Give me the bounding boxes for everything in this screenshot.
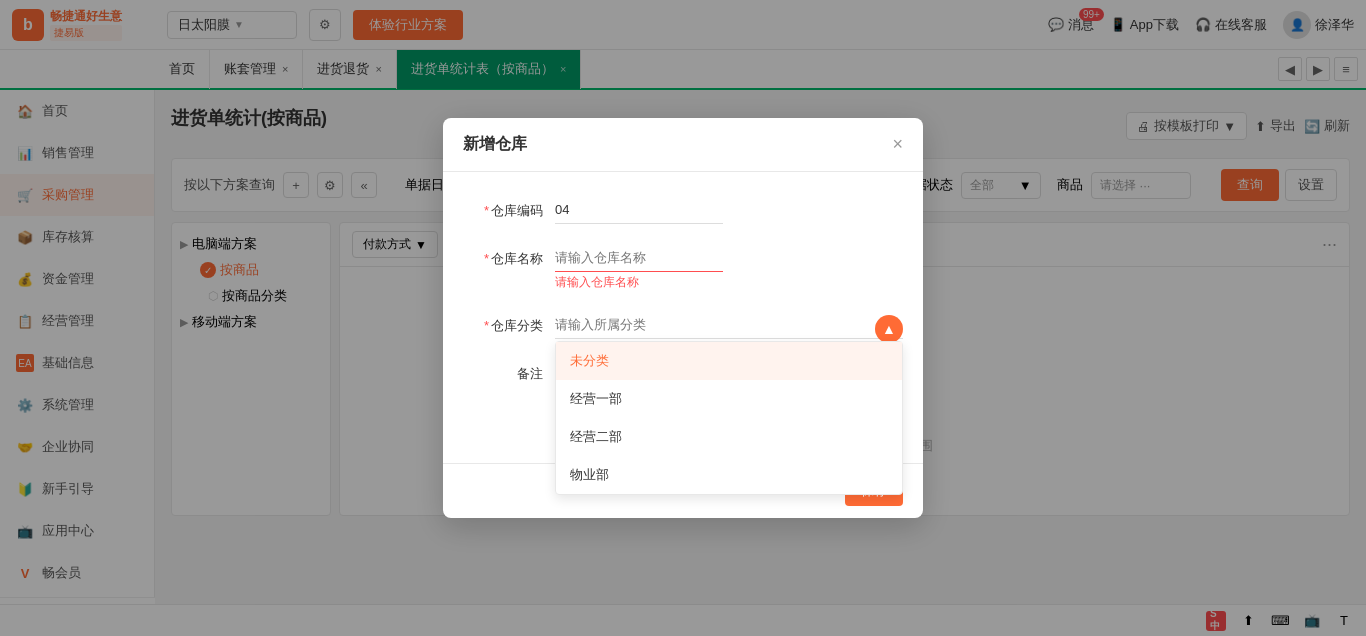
name-label: 仓库名称 (463, 244, 543, 268)
category-option-ops1[interactable]: 经营一部 (556, 380, 902, 418)
name-input[interactable] (555, 244, 723, 272)
form-row-code: 仓库编码 (463, 196, 903, 224)
note-label: 备注 (463, 359, 543, 383)
category-option-ops2[interactable]: 经营二部 (556, 418, 902, 456)
category-label: 仓库分类 (463, 311, 543, 335)
form-row-category: 仓库分类 ▲ 未分类 经营一部 经营二部 物业部 (463, 311, 903, 339)
category-dropdown: 未分类 经营一部 经营二部 物业部 (555, 341, 903, 495)
name-input-wrap: 请输入仓库名称 (555, 244, 903, 291)
code-input-wrap (555, 196, 903, 224)
modal-body: 仓库编码 仓库名称 请输入仓库名称 仓库分类 ▲ (443, 172, 923, 463)
code-input[interactable] (555, 196, 723, 224)
category-toggle-button[interactable]: ▲ (875, 315, 903, 343)
name-error-text: 请输入仓库名称 (555, 274, 903, 291)
modal-overlay[interactable]: 新增仓库 × 仓库编码 仓库名称 请输入仓库名称 仓库分类 (0, 0, 1366, 636)
add-warehouse-modal: 新增仓库 × 仓库编码 仓库名称 请输入仓库名称 仓库分类 (443, 118, 923, 518)
modal-close-button[interactable]: × (892, 134, 903, 155)
modal-title: 新增仓库 (463, 134, 527, 155)
category-option-unclassified[interactable]: 未分类 (556, 342, 902, 380)
modal-header: 新增仓库 × (443, 118, 923, 172)
category-input-wrap: ▲ 未分类 经营一部 经营二部 物业部 (555, 311, 903, 339)
form-row-name: 仓库名称 请输入仓库名称 (463, 244, 903, 291)
code-label: 仓库编码 (463, 196, 543, 220)
category-option-property[interactable]: 物业部 (556, 456, 902, 494)
category-input[interactable] (555, 311, 903, 339)
